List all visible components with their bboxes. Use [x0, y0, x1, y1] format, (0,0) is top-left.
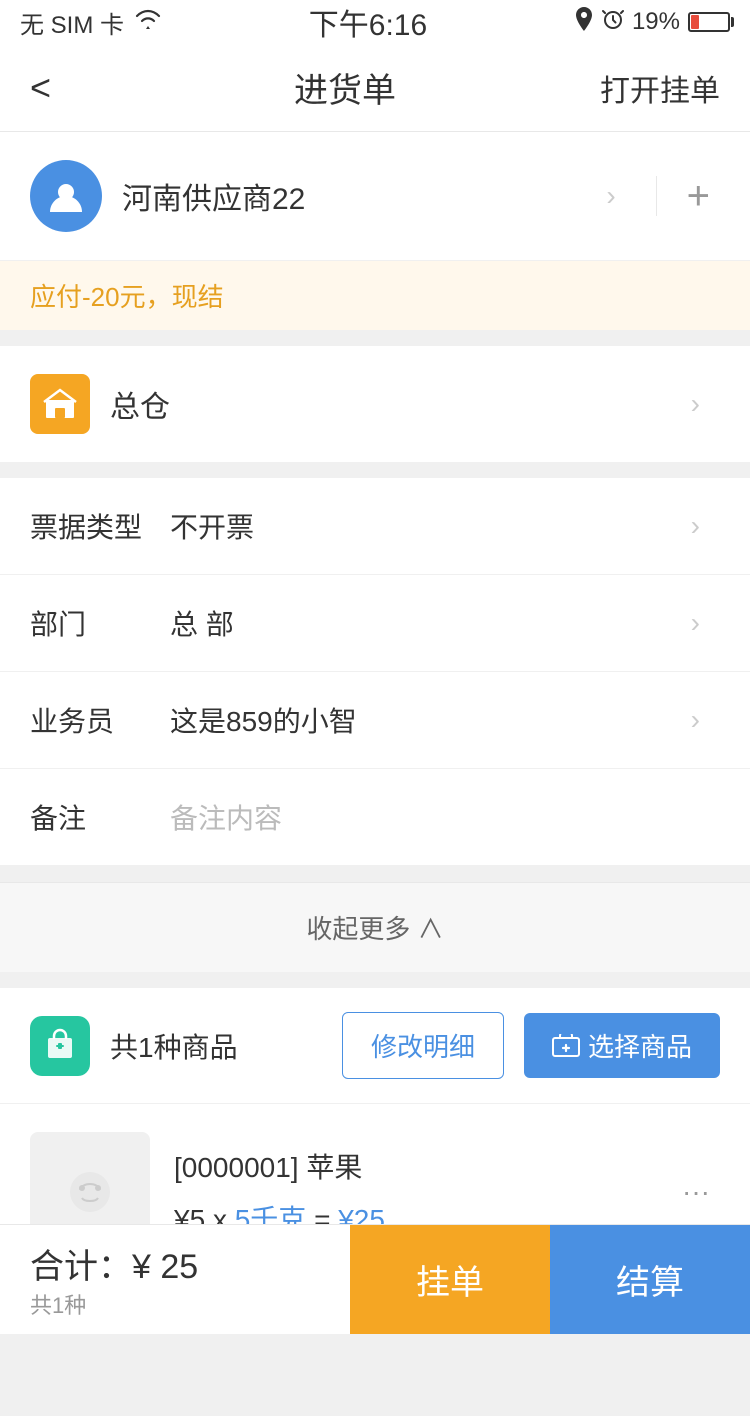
collapse-button[interactable]: 收起更多 ∧: [0, 882, 750, 972]
warehouse-icon: [30, 374, 90, 434]
footer-item-count: 共1种: [30, 1288, 320, 1320]
remark-value: 备注内容: [170, 797, 720, 837]
warehouse-name: 总仓: [110, 382, 691, 426]
sales-label: 业务员: [30, 700, 170, 740]
supplier-section: 河南供应商22 › + 应付-20元，现结: [0, 132, 750, 330]
carrier-label: 无 SIM 卡: [20, 5, 124, 40]
status-time: 下午6:16: [309, 0, 427, 44]
remark-row[interactable]: 备注 备注内容: [0, 769, 750, 866]
remark-label: 备注: [30, 797, 170, 837]
product-name: [0000001] 苹果: [174, 1146, 648, 1186]
supplier-row[interactable]: 河南供应商22 › +: [0, 132, 750, 261]
page-title: 进货单: [294, 63, 396, 112]
form-section: 票据类型 不开票 › 部门 总 部 › 业务员 这是859的小智 › 备注 备注…: [0, 478, 750, 866]
status-right: 19%: [574, 7, 730, 38]
product-header: 共1种商品 修改明细 选择商品: [0, 988, 750, 1104]
invoice-value: 不开票: [170, 506, 691, 546]
chevron-right-icon: ›: [606, 180, 615, 212]
supplier-name: 河南供应商22: [122, 174, 606, 218]
chevron-right-icon: ›: [691, 704, 700, 736]
select-product-button[interactable]: 选择商品: [524, 1013, 720, 1078]
nav-bar: < 进货单 打开挂单: [0, 44, 750, 132]
sales-row[interactable]: 业务员 这是859的小智 ›: [0, 672, 750, 769]
warehouse-row[interactable]: 总仓 ›: [0, 346, 750, 462]
warehouse-section: 总仓 ›: [0, 346, 750, 462]
product-section-icon: [30, 1016, 90, 1076]
supplier-avatar: [30, 160, 102, 232]
invoice-label: 票据类型: [30, 506, 170, 546]
dept-value: 总 部: [170, 603, 691, 643]
product-more-button[interactable]: ···: [672, 1166, 720, 1218]
alert-row: 应付-20元，现结: [0, 261, 750, 330]
select-product-label: 选择商品: [588, 1027, 692, 1064]
dept-label: 部门: [30, 603, 170, 643]
open-hang-button[interactable]: 打开挂单: [600, 66, 720, 110]
chevron-right-icon: ›: [691, 607, 700, 639]
chevron-right-icon: ›: [691, 510, 700, 542]
divider: [656, 176, 657, 216]
footer-total: 合计：¥ 25 共1种: [0, 1225, 350, 1334]
dept-row[interactable]: 部门 总 部 ›: [0, 575, 750, 672]
chevron-right-icon: ›: [691, 388, 700, 420]
footer-amount: 合计：¥ 25: [30, 1239, 320, 1288]
wifi-icon: [134, 8, 162, 37]
status-left: 无 SIM 卡: [20, 5, 162, 40]
edit-detail-button[interactable]: 修改明细: [342, 1012, 504, 1079]
footer: 合计：¥ 25 共1种 挂单 结算: [0, 1224, 750, 1334]
sales-value: 这是859的小智: [170, 700, 691, 740]
location-icon: [574, 7, 594, 38]
hang-button[interactable]: 挂单: [350, 1225, 550, 1334]
battery-percent: 19%: [632, 8, 680, 36]
back-button[interactable]: <: [30, 67, 90, 109]
invoice-row[interactable]: 票据类型 不开票 ›: [0, 478, 750, 575]
product-count: 共1种商品: [110, 1026, 322, 1066]
battery-icon: [688, 8, 730, 36]
checkout-button[interactable]: 结算: [550, 1225, 750, 1334]
status-bar: 无 SIM 卡 下午6:16 19%: [0, 0, 750, 44]
add-supplier-button[interactable]: +: [677, 174, 720, 219]
alarm-icon: [602, 8, 624, 37]
